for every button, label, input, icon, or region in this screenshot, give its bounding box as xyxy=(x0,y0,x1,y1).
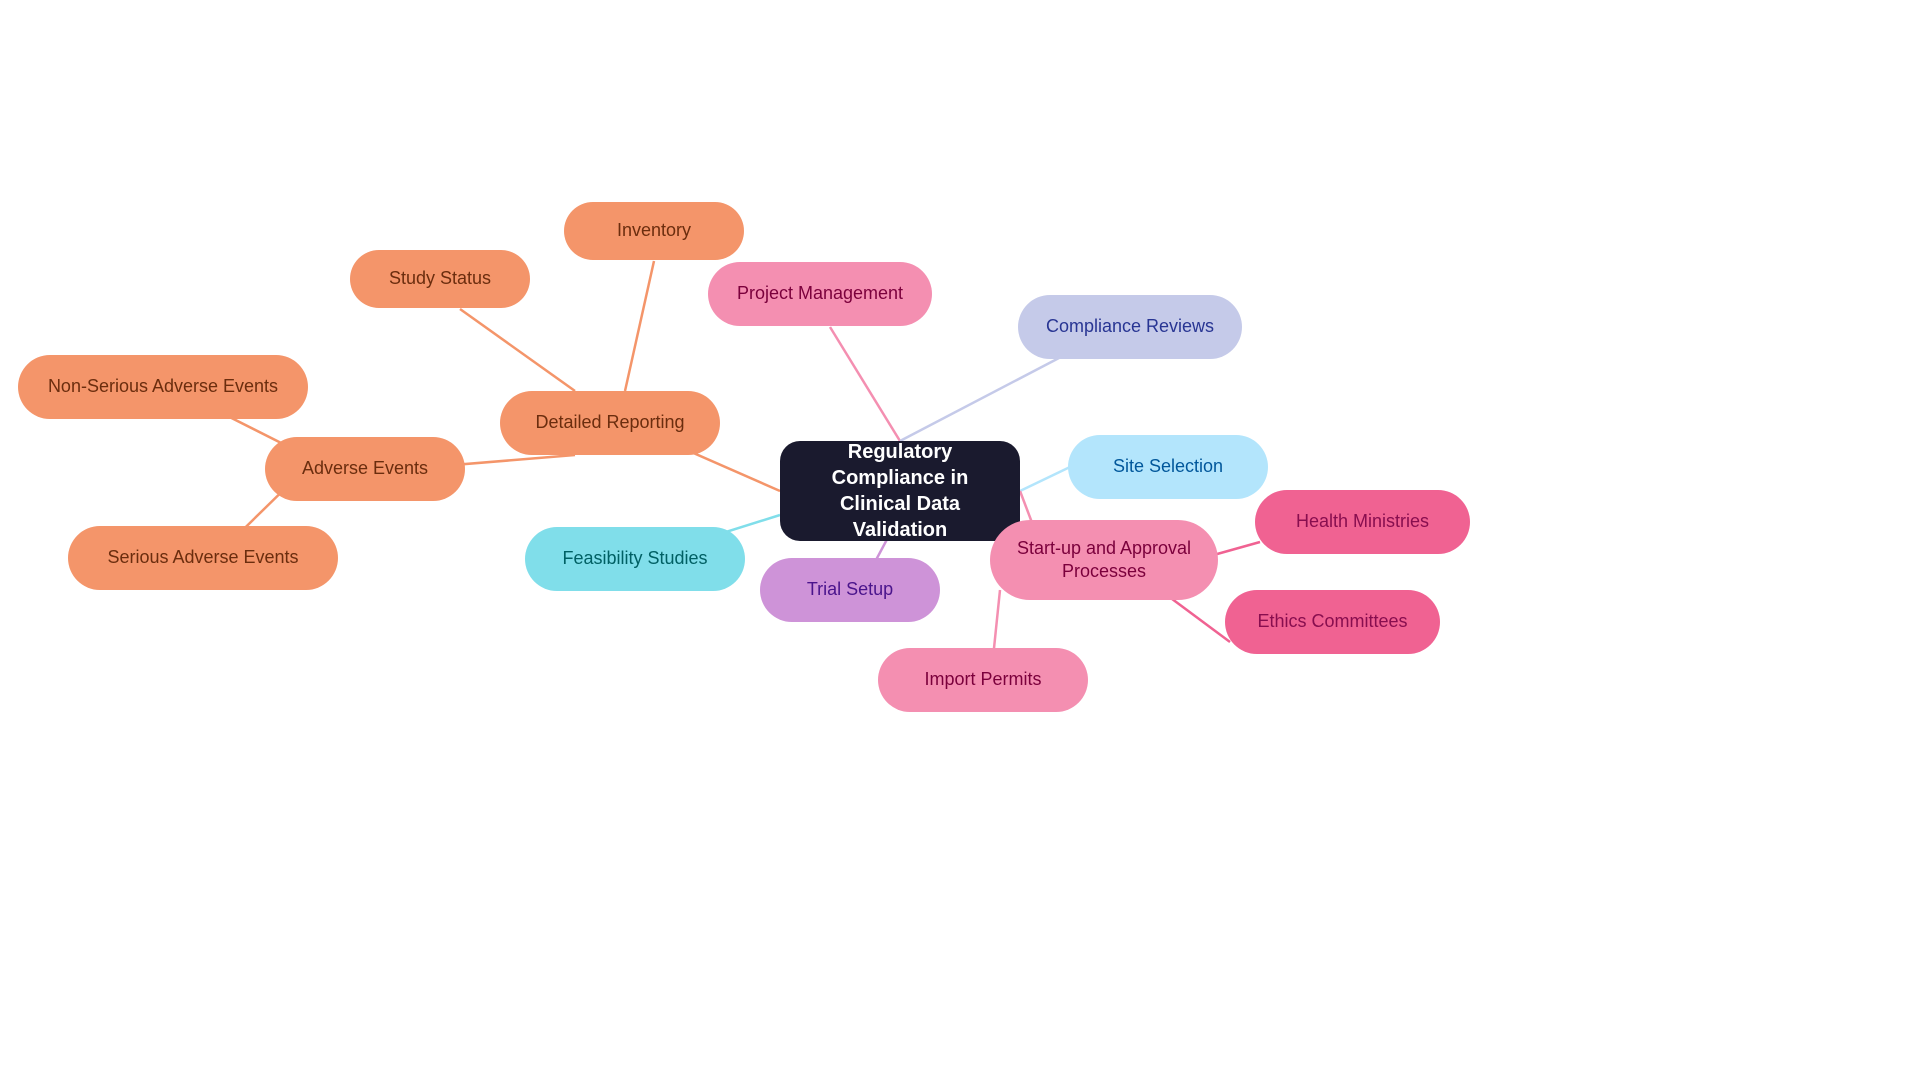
feasibility-studies-node[interactable]: Feasibility Studies xyxy=(525,527,745,591)
project-management-node[interactable]: Project Management xyxy=(708,262,932,326)
health-ministries-node[interactable]: Health Ministries xyxy=(1255,490,1470,554)
non-serious-adverse-events-node[interactable]: Non-Serious Adverse Events xyxy=(18,355,308,419)
startup-node[interactable]: Start-up and Approval Processes xyxy=(990,520,1218,600)
compliance-reviews-node[interactable]: Compliance Reviews xyxy=(1018,295,1242,359)
import-permits-node[interactable]: Import Permits xyxy=(878,648,1088,712)
site-selection-node[interactable]: Site Selection xyxy=(1068,435,1268,499)
detailed-reporting-node[interactable]: Detailed Reporting xyxy=(500,391,720,455)
trial-setup-node[interactable]: Trial Setup xyxy=(760,558,940,622)
adverse-events-node[interactable]: Adverse Events xyxy=(265,437,465,501)
study-status-node[interactable]: Study Status xyxy=(350,250,530,308)
inventory-node[interactable]: Inventory xyxy=(564,202,744,260)
center-node[interactable]: Regulatory Compliance in Clinical Data V… xyxy=(780,441,1020,541)
serious-adverse-events-node[interactable]: Serious Adverse Events xyxy=(68,526,338,590)
ethics-committees-node[interactable]: Ethics Committees xyxy=(1225,590,1440,654)
